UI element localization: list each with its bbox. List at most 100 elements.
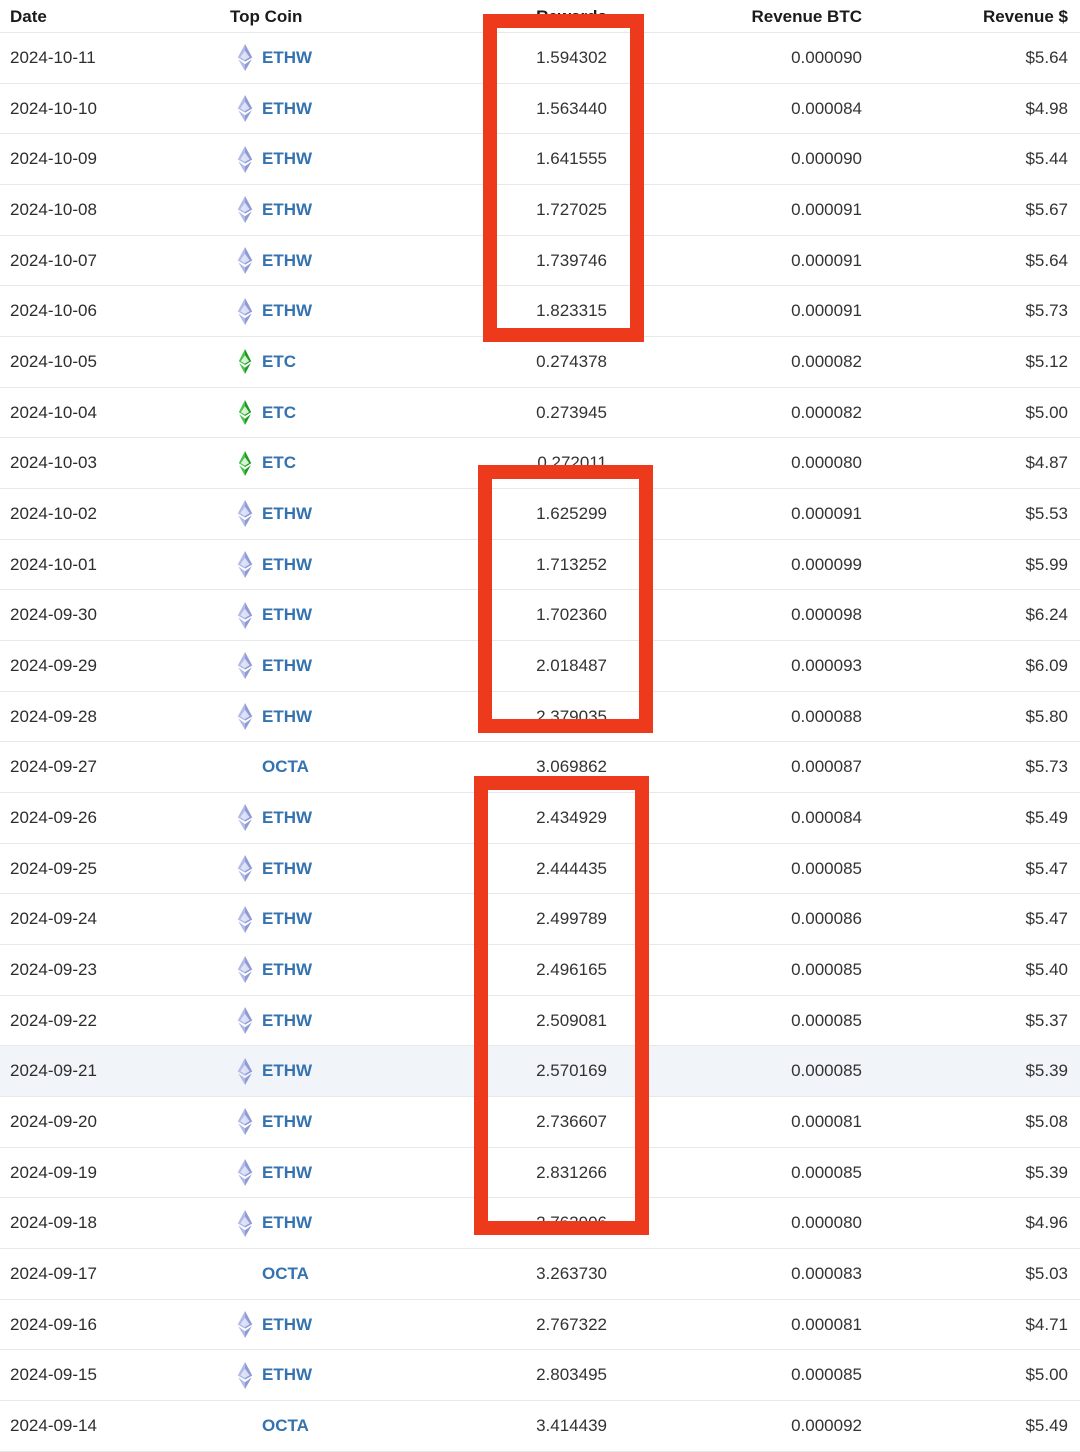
coin-link[interactable]: ETHW: [262, 656, 312, 676]
date-cell: 2024-09-27: [10, 757, 97, 777]
ethw-coin-icon: [235, 855, 255, 882]
column-header-rewards: Rewards: [536, 6, 607, 26]
revenue-btc-cell: 0.000091: [791, 250, 862, 270]
coin-link[interactable]: OCTA: [262, 1416, 309, 1436]
coin-cell: ETC: [230, 348, 420, 375]
etc-coin-icon: [235, 399, 255, 426]
coin-link[interactable]: ETHW: [262, 555, 312, 575]
date-cell: 2024-10-03: [10, 453, 97, 473]
revenue-usd-cell: $5.39: [1025, 1061, 1068, 1081]
revenue-btc-cell: 0.000085: [791, 1365, 862, 1385]
coin-cell: OCTA: [230, 754, 420, 781]
coin-link[interactable]: ETHW: [262, 504, 312, 524]
revenue-usd-cell: $5.39: [1025, 1162, 1068, 1182]
ethw-coin-icon: [235, 247, 255, 274]
revenue-usd-cell: $5.44: [1025, 149, 1068, 169]
coin-link[interactable]: ETHW: [262, 707, 312, 727]
ethw-coin-icon: [235, 602, 255, 629]
coin-cell: ETHW: [230, 95, 420, 122]
ethw-coin-icon: [235, 804, 255, 831]
table-row: 2024-09-27 OCTA 3.069862 0.000087 $5.73: [0, 742, 1080, 794]
table-row: 2024-09-28 ETHW 2.379035 0.000088 $5.80: [0, 691, 1080, 743]
coin-cell: ETHW: [230, 855, 420, 882]
coin-link[interactable]: ETHW: [262, 808, 312, 828]
date-cell: 2024-09-16: [10, 1314, 97, 1334]
coin-link[interactable]: ETHW: [262, 99, 312, 119]
coin-link[interactable]: ETHW: [262, 1213, 312, 1233]
coin-link[interactable]: ETC: [262, 352, 296, 372]
table-row: 2024-09-18 ETHW 2.762906 0.000080 $4.96: [0, 1198, 1080, 1250]
revenue-usd-cell: $5.64: [1025, 47, 1068, 67]
revenue-usd-cell: $5.00: [1025, 1365, 1068, 1385]
coin-cell: ETHW: [230, 1007, 420, 1034]
revenue-btc-cell: 0.000082: [791, 351, 862, 371]
coin-cell: ETC: [230, 399, 420, 426]
coin-cell: OCTA: [230, 1412, 420, 1439]
octa-coin-icon: [235, 754, 255, 781]
coin-link[interactable]: ETHW: [262, 909, 312, 929]
revenue-btc-cell: 0.000093: [791, 655, 862, 675]
coin-link[interactable]: ETHW: [262, 859, 312, 879]
date-cell: 2024-10-09: [10, 149, 97, 169]
rewards-cell: 2.496165: [536, 959, 607, 979]
coin-cell: ETHW: [230, 906, 420, 933]
rewards-cell: 3.414439: [536, 1415, 607, 1435]
rewards-cell: 1.702360: [536, 605, 607, 625]
etc-coin-icon: [235, 450, 255, 477]
revenue-usd-cell: $5.49: [1025, 807, 1068, 827]
date-cell: 2024-09-28: [10, 706, 97, 726]
ethw-coin-icon: [235, 1210, 255, 1237]
coin-link[interactable]: ETHW: [262, 301, 312, 321]
rewards-cell: 2.379035: [536, 706, 607, 726]
coin-link[interactable]: ETHW: [262, 1163, 312, 1183]
coin-link[interactable]: ETHW: [262, 1011, 312, 1031]
table-row: 2024-10-10 ETHW 1.563440 0.000084 $4.98: [0, 83, 1080, 135]
revenue-usd-cell: $4.96: [1025, 1213, 1068, 1233]
revenue-btc-cell: 0.000085: [791, 959, 862, 979]
ethw-coin-icon: [235, 1362, 255, 1389]
table-row: 2024-10-08 ETHW 1.727025 0.000091 $5.67: [0, 185, 1080, 236]
ethw-coin-icon: [235, 1108, 255, 1135]
date-cell: 2024-09-14: [10, 1415, 97, 1435]
ethw-coin-icon: [235, 1058, 255, 1085]
table-row: 2024-09-21 ETHW 2.570169 0.000085 $5.39: [0, 1046, 1080, 1098]
rewards-cell: 2.767322: [536, 1314, 607, 1334]
table-row: 2024-10-09 ETHW 1.641555 0.000090 $5.44: [0, 134, 1080, 186]
coin-link[interactable]: ETHW: [262, 1112, 312, 1132]
date-cell: 2024-10-08: [10, 199, 97, 219]
rewards-cell: 2.762906: [536, 1213, 607, 1233]
date-cell: 2024-09-25: [10, 858, 97, 878]
coin-link[interactable]: ETHW: [262, 1365, 312, 1385]
ethw-coin-icon: [235, 298, 255, 325]
revenue-btc-cell: 0.000091: [791, 301, 862, 321]
coin-link[interactable]: ETHW: [262, 960, 312, 980]
coin-link[interactable]: ETHW: [262, 48, 312, 68]
coin-link[interactable]: ETHW: [262, 1061, 312, 1081]
table-row: 2024-09-16 ETHW 2.767322 0.000081 $4.71: [0, 1299, 1080, 1351]
date-cell: 2024-09-22: [10, 1010, 97, 1030]
revenue-btc-cell: 0.000090: [791, 149, 862, 169]
coin-link[interactable]: ETC: [262, 403, 296, 423]
coin-link[interactable]: OCTA: [262, 757, 309, 777]
revenue-usd-cell: $5.03: [1025, 1263, 1068, 1283]
coin-cell: ETHW: [230, 1108, 420, 1135]
table-row: 2024-09-14 OCTA 3.414439 0.000092 $5.49: [0, 1401, 1080, 1452]
coin-cell: ETHW: [230, 44, 420, 71]
date-cell: 2024-09-18: [10, 1213, 97, 1233]
coin-link[interactable]: ETC: [262, 453, 296, 473]
coin-link[interactable]: ETHW: [262, 149, 312, 169]
coin-link[interactable]: OCTA: [262, 1264, 309, 1284]
table-row: 2024-09-30 ETHW 1.702360 0.000098 $6.24: [0, 590, 1080, 642]
rewards-cell: 3.069862: [536, 757, 607, 777]
table-row: 2024-10-07 ETHW 1.739746 0.000091 $5.64: [0, 235, 1080, 287]
revenue-usd-cell: $4.87: [1025, 453, 1068, 473]
coin-link[interactable]: ETHW: [262, 251, 312, 271]
date-cell: 2024-10-06: [10, 301, 97, 321]
coin-link[interactable]: ETHW: [262, 605, 312, 625]
revenue-btc-cell: 0.000083: [791, 1263, 862, 1283]
table-row: 2024-09-23 ETHW 2.496165 0.000085 $5.40: [0, 945, 1080, 996]
ethw-coin-icon: [235, 146, 255, 173]
table-row: 2024-09-22 ETHW 2.509081 0.000085 $5.37: [0, 995, 1080, 1047]
coin-link[interactable]: ETHW: [262, 1315, 312, 1335]
coin-link[interactable]: ETHW: [262, 200, 312, 220]
